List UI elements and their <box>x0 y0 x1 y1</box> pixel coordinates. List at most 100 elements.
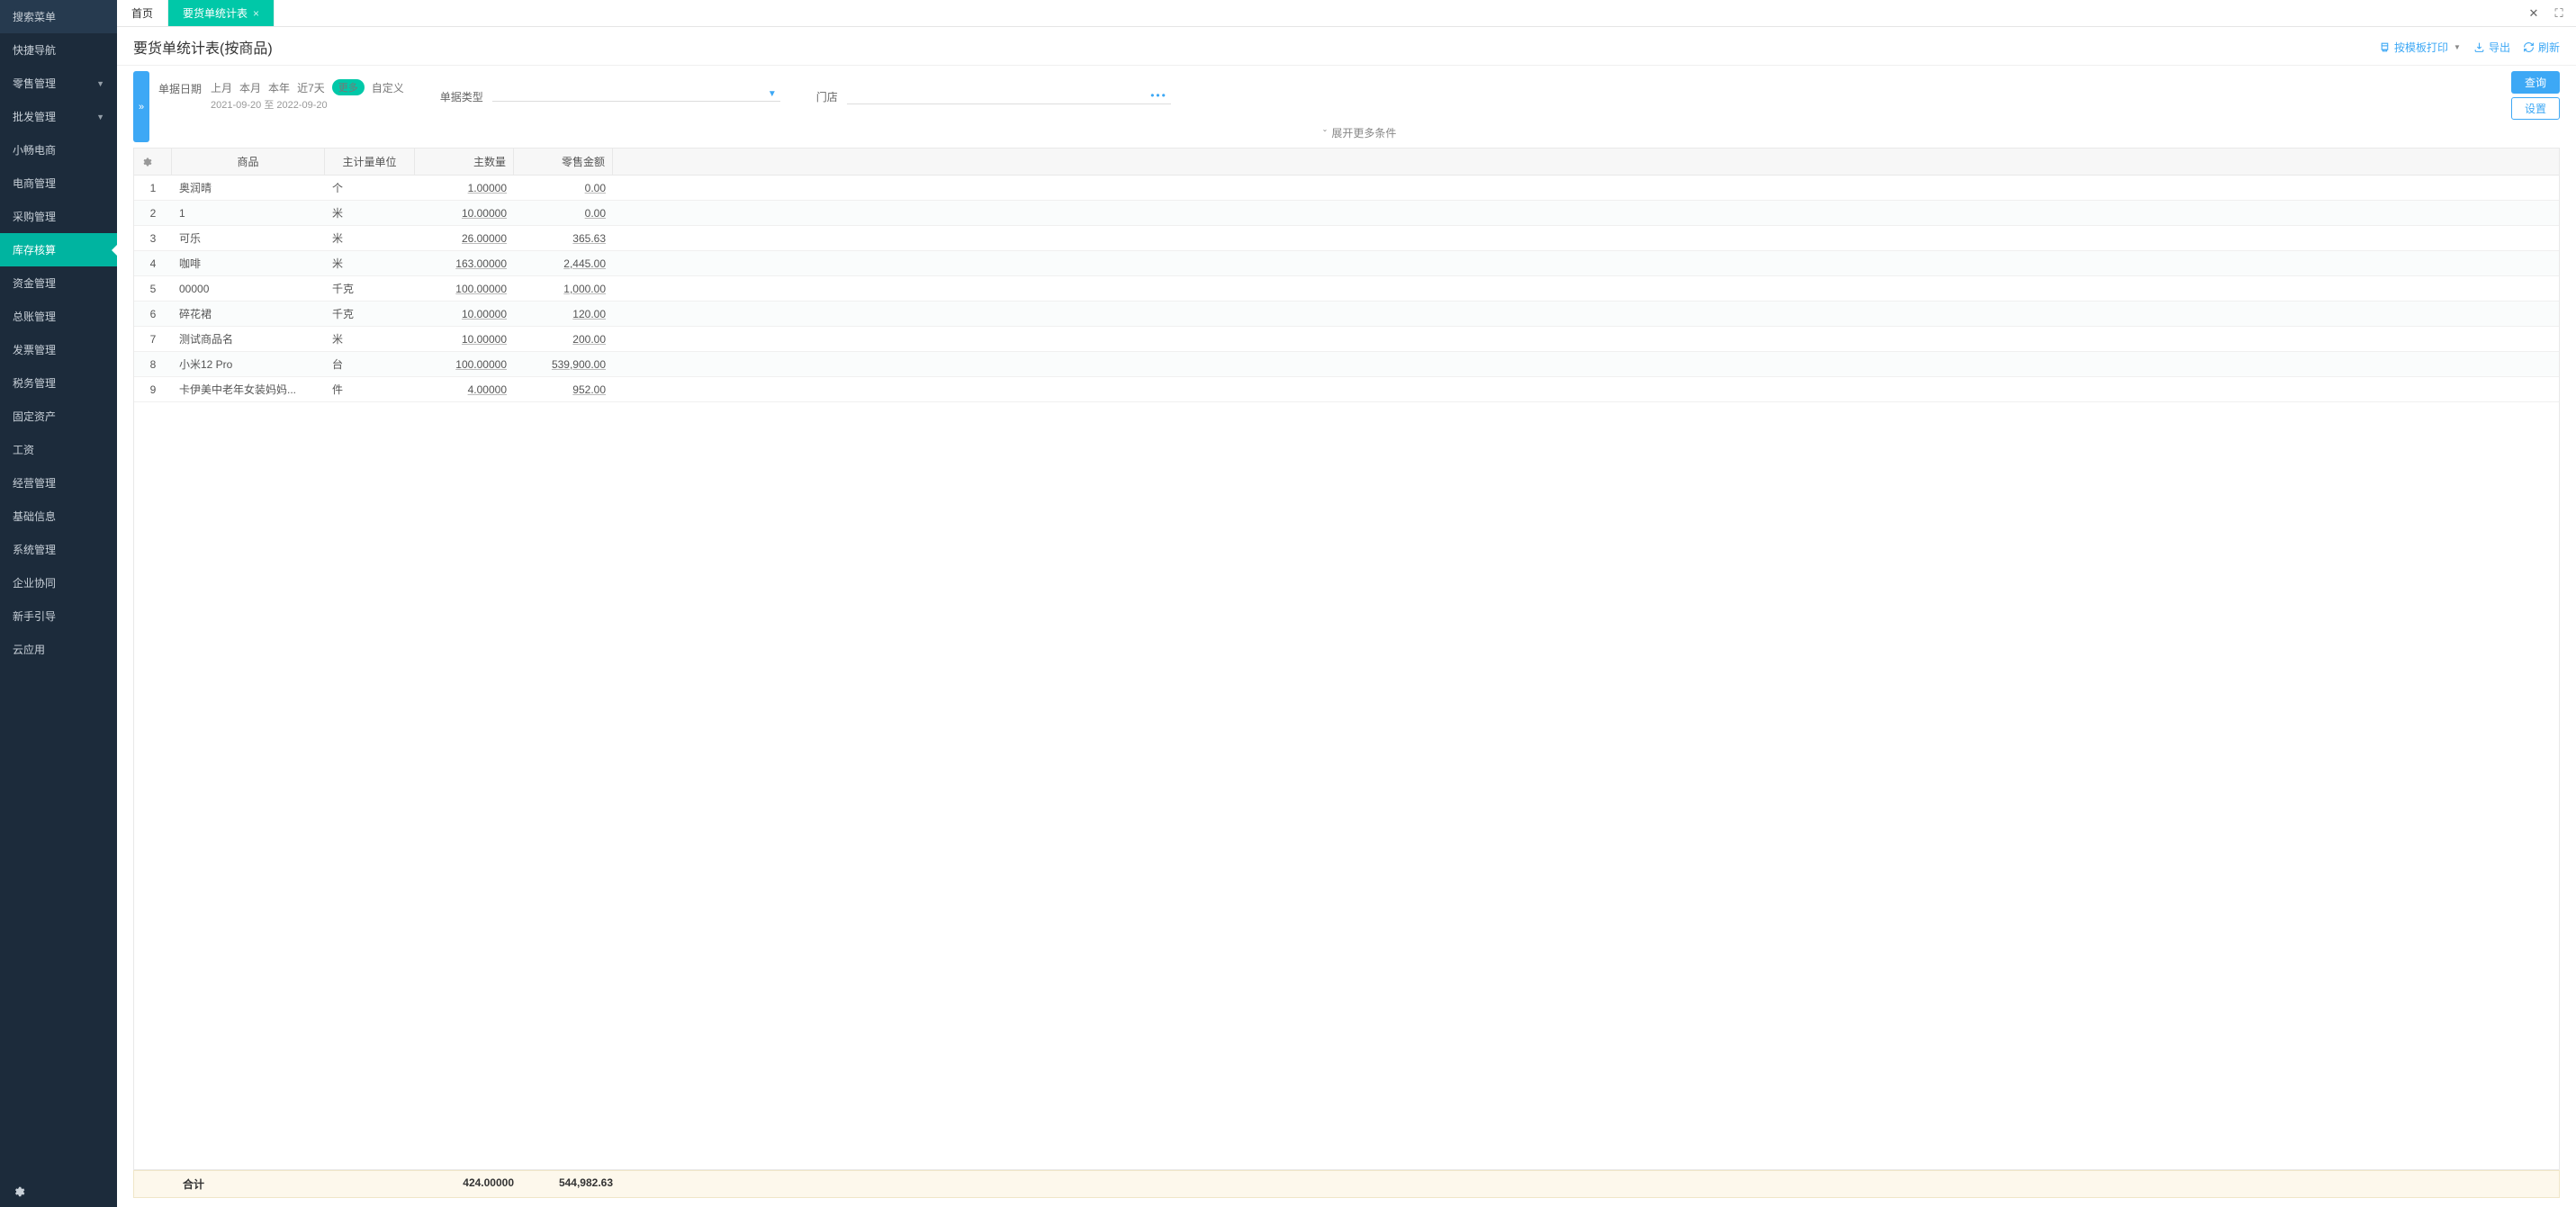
store-select[interactable]: ••• <box>847 87 1171 104</box>
cell-qty[interactable]: 10.00000 <box>415 327 514 352</box>
cell-unit: 台 <box>325 352 415 377</box>
cell-spacer <box>613 377 2559 402</box>
cell-amount[interactable]: 539,900.00 <box>514 352 613 377</box>
cell-qty[interactable]: 1.00000 <box>415 176 514 201</box>
sidebar-item[interactable]: 系统管理 <box>0 533 117 566</box>
sidebar-item[interactable]: 基础信息 <box>0 500 117 533</box>
sidebar-item[interactable]: 总账管理 <box>0 300 117 333</box>
table-row[interactable]: 9卡伊美中老年女装妈妈...件4.00000952.00 <box>134 377 2559 402</box>
cell-amount[interactable]: 2,445.00 <box>514 251 613 276</box>
col-product[interactable]: 商品 <box>172 149 325 176</box>
sidebar-item[interactable]: 库存核算 <box>0 233 117 266</box>
total-amount: 544,982.63 <box>521 1176 620 1192</box>
expand-more[interactable]: ⌄ 展开更多条件 <box>158 122 2560 148</box>
sidebar-item-label: 新手引导 <box>13 608 56 624</box>
ellipsis-icon: ••• <box>1150 89 1167 102</box>
cell-product: 1 <box>172 201 325 226</box>
sidebar-item[interactable]: 电商管理 <box>0 167 117 200</box>
sidebar-item[interactable]: 工资 <box>0 433 117 466</box>
tab[interactable]: 首页 <box>117 0 168 26</box>
date-more-badge[interactable]: 更多 <box>332 79 365 95</box>
page-header: 要货单统计表(按商品) 按模板打印 ▼ 导出 刷新 <box>117 27 2576 66</box>
filter-date: 单据日期 上月 本月 本年 近7天 更多 自定义 2021-09-20 至 20… <box>158 79 404 112</box>
cell-qty[interactable]: 4.00000 <box>415 377 514 402</box>
sidebar-item[interactable]: 零售管理▼ <box>0 67 117 100</box>
table-row[interactable]: 7测试商品名米10.00000200.00 <box>134 327 2559 352</box>
col-settings[interactable] <box>134 149 172 176</box>
cell-amount[interactable]: 365.63 <box>514 226 613 251</box>
cell-qty[interactable]: 100.00000 <box>415 276 514 302</box>
table-row[interactable]: 21米10.000000.00 <box>134 201 2559 226</box>
cell-qty[interactable]: 100.00000 <box>415 352 514 377</box>
cell-amount[interactable]: 952.00 <box>514 377 613 402</box>
sidebar-item[interactable]: 固定资产 <box>0 400 117 433</box>
sidebar-item[interactable]: 发票管理 <box>0 333 117 366</box>
print-label: 按模板打印 <box>2394 40 2448 55</box>
cell-amount[interactable]: 0.00 <box>514 201 613 226</box>
cell-amount[interactable]: 200.00 <box>514 327 613 352</box>
sidebar-item[interactable]: 采购管理 <box>0 200 117 233</box>
cell-product: 碎花裙 <box>172 302 325 327</box>
total-row: 合计 424.00000 544,982.63 <box>133 1170 2560 1198</box>
tab-label: 首页 <box>131 5 153 21</box>
cell-qty[interactable]: 163.00000 <box>415 251 514 276</box>
sidebar-item-label: 零售管理 <box>13 76 56 91</box>
expand-icon[interactable]: ⛶ <box>2549 4 2569 23</box>
sidebar-item-label: 税务管理 <box>13 375 56 391</box>
date-this-year[interactable]: 本年 <box>268 80 290 95</box>
date-last-month[interactable]: 上月 <box>211 80 232 95</box>
table-row[interactable]: 1奥润晴个1.000000.00 <box>134 176 2559 201</box>
col-unit[interactable]: 主计量单位 <box>325 149 415 176</box>
table-row[interactable]: 6碎花裙千克10.00000120.00 <box>134 302 2559 327</box>
sidebar-item[interactable]: 快捷导航 <box>0 33 117 67</box>
cell-qty[interactable]: 10.00000 <box>415 201 514 226</box>
type-select[interactable]: ▼ <box>492 87 780 102</box>
sidebar-item[interactable]: 经营管理 <box>0 466 117 500</box>
col-amount[interactable]: 零售金额 <box>514 149 613 176</box>
sidebar-item[interactable]: 企业协同 <box>0 566 117 599</box>
refresh-button[interactable]: 刷新 <box>2523 40 2560 55</box>
export-button[interactable]: 导出 <box>2473 40 2510 55</box>
sidebar-item[interactable]: 搜索菜单 <box>0 0 117 33</box>
table-wrap: 商品 主计量单位 主数量 零售金额 1奥润晴个1.000000.0021米10.… <box>117 148 2576 1207</box>
cell-qty[interactable]: 10.00000 <box>415 302 514 327</box>
print-button[interactable]: 按模板打印 ▼ <box>2379 40 2461 55</box>
close-icon[interactable]: ✕ <box>2524 4 2544 23</box>
date-last7[interactable]: 近7天 <box>297 80 325 95</box>
cell-amount[interactable]: 1,000.00 <box>514 276 613 302</box>
search-button[interactable]: 查询 <box>2511 71 2560 94</box>
sidebar-item[interactable]: 云应用 <box>0 633 117 666</box>
sidebar-item[interactable]: 新手引导 <box>0 599 117 633</box>
sidebar-item-label: 系统管理 <box>13 542 56 557</box>
gear-icon[interactable] <box>13 1185 104 1198</box>
cell-spacer <box>613 201 2559 226</box>
table-row[interactable]: 3可乐米26.00000365.63 <box>134 226 2559 251</box>
sidebar-item[interactable]: 资金管理 <box>0 266 117 300</box>
collapse-handle[interactable]: » <box>133 71 149 142</box>
sidebar-item[interactable]: 税务管理 <box>0 366 117 400</box>
sidebar-item-label: 云应用 <box>13 642 45 657</box>
cell-idx: 9 <box>134 377 172 402</box>
cell-spacer <box>613 251 2559 276</box>
cell-qty[interactable]: 26.00000 <box>415 226 514 251</box>
cell-product: 奥润晴 <box>172 176 325 201</box>
table-row[interactable]: 500000千克100.000001,000.00 <box>134 276 2559 302</box>
table-row[interactable]: 4咖啡米163.000002,445.00 <box>134 251 2559 276</box>
table-row[interactable]: 8小米12 Pro台100.00000539,900.00 <box>134 352 2559 377</box>
sidebar-item-label: 采购管理 <box>13 209 56 224</box>
table-scroll[interactable]: 1奥润晴个1.000000.0021米10.000000.003可乐米26.00… <box>133 176 2560 1170</box>
close-icon[interactable]: × <box>253 7 259 20</box>
col-qty[interactable]: 主数量 <box>415 149 514 176</box>
date-this-month[interactable]: 本月 <box>239 80 261 95</box>
cell-spacer <box>613 302 2559 327</box>
cell-unit: 米 <box>325 251 415 276</box>
cell-spacer <box>613 327 2559 352</box>
date-custom[interactable]: 自定义 <box>372 80 404 95</box>
cell-amount[interactable]: 0.00 <box>514 176 613 201</box>
date-quick-options: 上月 本月 本年 近7天 更多 自定义 <box>211 79 404 95</box>
tab[interactable]: 要货单统计表× <box>168 0 275 26</box>
sidebar-item[interactable]: 小畅电商 <box>0 133 117 167</box>
cell-amount[interactable]: 120.00 <box>514 302 613 327</box>
settings-button[interactable]: 设置 <box>2511 97 2560 120</box>
sidebar-item[interactable]: 批发管理▼ <box>0 100 117 133</box>
